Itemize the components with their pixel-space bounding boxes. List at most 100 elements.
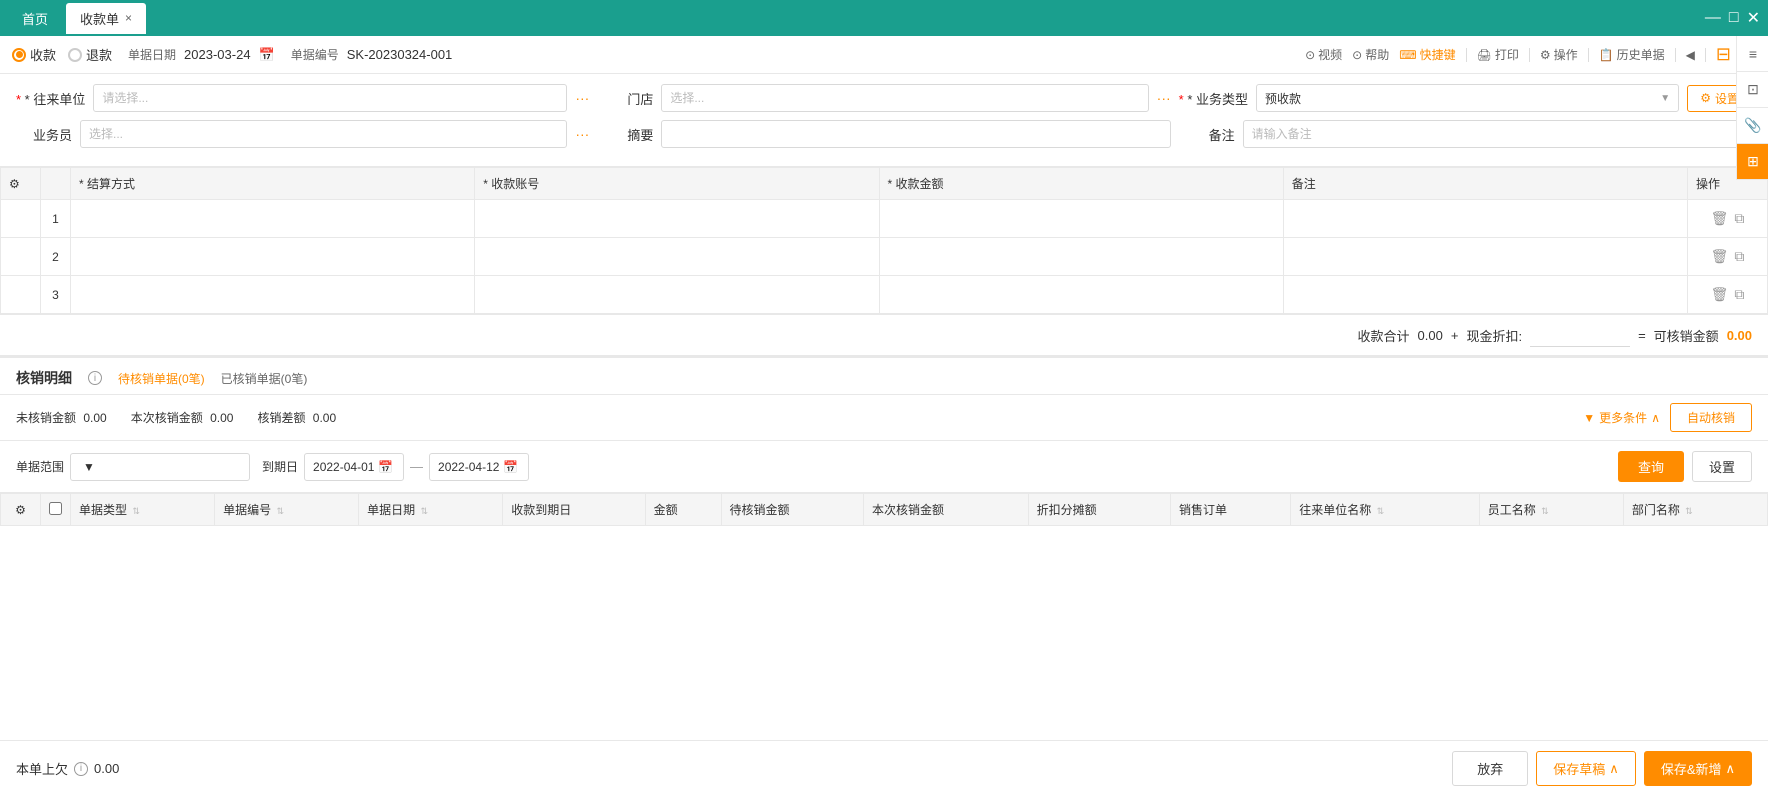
sidebar-icon-4[interactable]: ⊞ xyxy=(1737,144,1768,180)
th-gear[interactable]: ⚙ xyxy=(1,168,41,200)
save-new-button[interactable]: 保存&新增 ∧ xyxy=(1644,751,1752,786)
bt-gear-icon: ⚙ xyxy=(15,503,26,517)
auto-reconcile-btn[interactable]: 自动核销 xyxy=(1670,403,1752,432)
operations-btn[interactable]: ⚙ 操作 xyxy=(1540,46,1578,63)
row-account-3[interactable] xyxy=(475,276,879,314)
filter-setting-button[interactable]: 设置 xyxy=(1692,451,1752,482)
settlement-input-2[interactable] xyxy=(71,238,474,275)
print-btn[interactable]: 🖨 打印 xyxy=(1477,46,1519,63)
date-end[interactable]: 2022-04-12 📅 xyxy=(429,453,529,481)
chevron-down-icon: ▼ xyxy=(1660,93,1670,104)
amount-input-1[interactable] xyxy=(880,200,1283,237)
window-maximize[interactable]: □ xyxy=(1729,9,1739,27)
bt-th-checkbox[interactable] xyxy=(41,494,71,526)
delete-icon-3[interactable]: 🗑 xyxy=(1711,286,1729,303)
row-remark-3[interactable] xyxy=(1283,276,1687,314)
row-amount-2[interactable] xyxy=(879,238,1283,276)
amount-input-2[interactable] xyxy=(880,238,1283,275)
date-start[interactable]: 2022-04-01 📅 xyxy=(304,453,404,481)
prev-btn[interactable]: ◀ xyxy=(1686,48,1695,62)
sort-partner-name[interactable]: ⇅ xyxy=(1377,506,1385,516)
sort-staff-name[interactable]: ⇅ xyxy=(1541,506,1549,516)
range-select[interactable]: ▼ xyxy=(70,453,250,481)
row-remark-2[interactable] xyxy=(1283,238,1687,276)
layout-icon[interactable]: ⊟ xyxy=(1716,44,1731,65)
save-draft-button[interactable]: 保存草稿 ∧ xyxy=(1536,751,1636,786)
bt-th-gear[interactable]: ⚙ xyxy=(1,494,41,526)
table-row: 2 🗑 ⧉ xyxy=(1,238,1768,276)
query-button[interactable]: 查询 xyxy=(1618,451,1684,482)
copy-icon-2[interactable]: ⧉ xyxy=(1734,248,1744,265)
history-btn[interactable]: 📋 历史单据 xyxy=(1599,46,1665,63)
row-settlement-1[interactable] xyxy=(71,200,475,238)
window-minimize[interactable]: — xyxy=(1705,9,1721,27)
remark-input-1[interactable] xyxy=(1284,200,1687,237)
partner-input[interactable] xyxy=(93,84,567,112)
row-settlement-2[interactable] xyxy=(71,238,475,276)
sort-dept-name[interactable]: ⇅ xyxy=(1685,506,1693,516)
row-settlement-3[interactable] xyxy=(71,276,475,314)
number-value: SK-20230324-001 xyxy=(347,47,453,62)
copy-icon-3[interactable]: ⧉ xyxy=(1734,286,1744,303)
completed-tab[interactable]: 已核销单据(0笔) xyxy=(221,370,308,387)
store-input[interactable] xyxy=(661,84,1148,112)
settlement-input-1[interactable] xyxy=(71,200,474,237)
row-amount-3[interactable] xyxy=(879,276,1283,314)
row-account-1[interactable] xyxy=(475,200,879,238)
reconcile-info-icon[interactable]: i xyxy=(88,371,102,385)
sort-doc-type[interactable]: ⇅ xyxy=(132,506,140,516)
row-amount-1[interactable] xyxy=(879,200,1283,238)
business-type-select[interactable]: 预收款 ▼ xyxy=(1256,84,1679,112)
th-remark: 备注 xyxy=(1283,168,1687,200)
row-remark-1[interactable] xyxy=(1283,200,1687,238)
copy-icon-1[interactable]: ⧉ xyxy=(1734,210,1744,227)
staff-more-btn[interactable]: ··· xyxy=(575,126,589,142)
reconcile-section: 核销明细 i 待核销单据(0笔) 已核销单据(0笔) 未核销金额 0.00 本次… xyxy=(0,356,1768,740)
amount-input-3[interactable] xyxy=(880,276,1283,313)
remark-label: 备注 xyxy=(1179,125,1235,144)
radio-receipt-dot xyxy=(12,48,26,62)
window-close[interactable]: ✕ xyxy=(1747,8,1760,28)
tab-home[interactable]: 首页 xyxy=(8,3,62,34)
calendar-icon[interactable]: 📅 xyxy=(259,47,275,63)
help-btn[interactable]: ⊙ 帮助 xyxy=(1352,46,1389,63)
remark-input-3[interactable] xyxy=(1284,276,1687,313)
sort-doc-number[interactable]: ⇅ xyxy=(276,506,284,516)
radio-refund[interactable]: 退款 xyxy=(68,45,112,64)
sort-doc-date[interactable]: ⇅ xyxy=(421,506,429,516)
remark-input-2[interactable] xyxy=(1284,238,1687,275)
shortcuts-btn[interactable]: ⌨ 快捷键 xyxy=(1399,46,1455,63)
staff-label: 业务员 xyxy=(16,125,72,144)
select-all-checkbox[interactable] xyxy=(49,502,62,515)
tab-close-icon[interactable]: × xyxy=(125,11,132,25)
video-btn[interactable]: ⊙ 视频 xyxy=(1305,46,1342,63)
settlement-input-3[interactable] xyxy=(71,276,474,313)
pending-tab[interactable]: 待核销单据(0笔) xyxy=(118,370,205,387)
account-input-1[interactable] xyxy=(475,200,878,237)
delete-icon-2[interactable]: 🗑 xyxy=(1711,248,1729,265)
store-more-btn[interactable]: ··· xyxy=(1157,90,1171,106)
toolbar-actions: ⊙ 视频 ⊙ 帮助 ⌨ 快捷键 🖨 打印 ⚙ 操作 📋 历史单据 ◀ ⊟ ⊞ xyxy=(1305,44,1756,65)
discount-input[interactable] xyxy=(1530,323,1630,347)
toolbar: 收款 退款 单据日期 2023-03-24 📅 单据编号 SK-20230324… xyxy=(0,36,1768,74)
sidebar-icon-3[interactable]: 📎 xyxy=(1737,108,1768,144)
sidebar-icon-1[interactable]: ≡ xyxy=(1737,36,1768,72)
remark-input[interactable] xyxy=(1243,120,1752,148)
date-value: 2023-03-24 xyxy=(184,47,251,62)
period-info-icon[interactable]: i xyxy=(74,762,88,776)
account-input-2[interactable] xyxy=(475,238,878,275)
discard-button[interactable]: 放弃 xyxy=(1452,751,1528,786)
row-account-2[interactable] xyxy=(475,238,879,276)
radio-receipt[interactable]: 收款 xyxy=(12,45,56,64)
more-conditions-btn[interactable]: ▼ 更多条件 ∧ xyxy=(1583,409,1660,426)
delete-icon-1[interactable]: 🗑 xyxy=(1711,210,1729,227)
account-input-3[interactable] xyxy=(475,276,878,313)
row-action-3: 🗑 ⧉ xyxy=(1688,276,1768,314)
partner-more-btn[interactable]: ··· xyxy=(575,90,589,106)
sidebar-icon-2[interactable]: ⊡ xyxy=(1737,72,1768,108)
total-value: 0.00 xyxy=(1418,328,1443,343)
save-arrow-icon: ∧ xyxy=(1725,761,1735,777)
tab-active[interactable]: 收款单 × xyxy=(66,3,146,34)
staff-input[interactable] xyxy=(80,120,567,148)
summary-input[interactable] xyxy=(661,120,1170,148)
